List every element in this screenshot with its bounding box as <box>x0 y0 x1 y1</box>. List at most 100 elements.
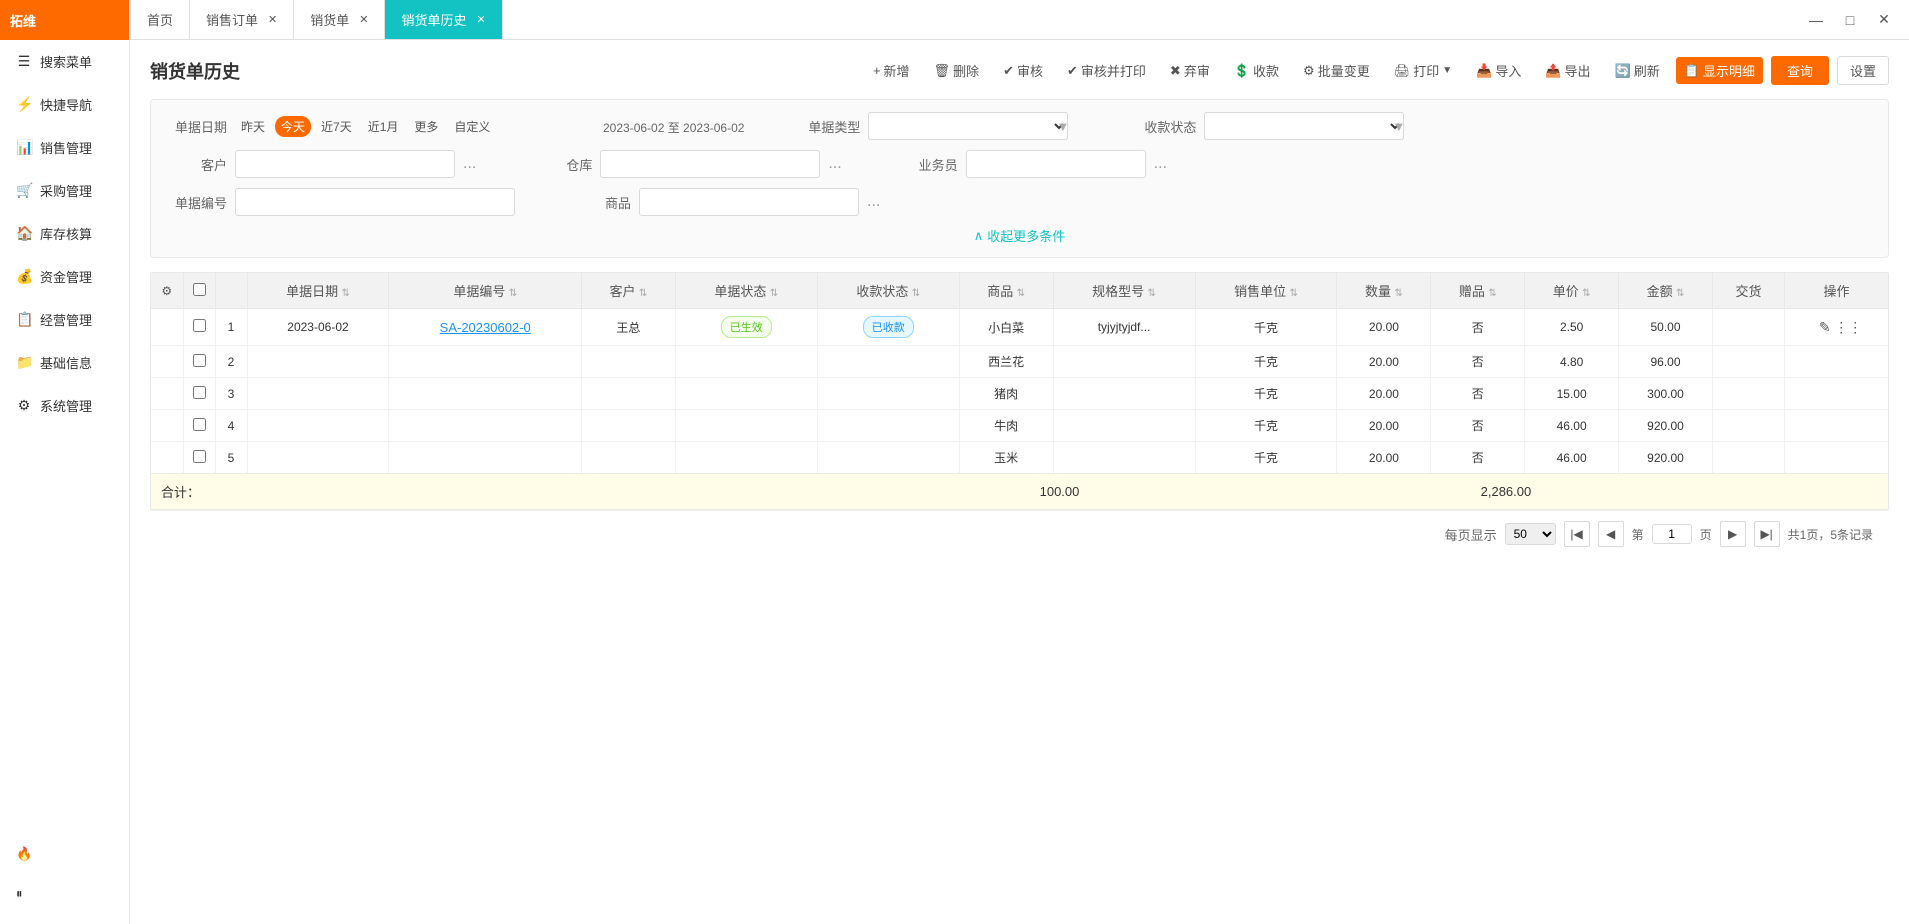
page-first-button[interactable]: |◀ <box>1564 521 1590 547</box>
date-tab-yesterday[interactable]: 昨天 <box>235 116 271 137</box>
close-button[interactable]: ✕ <box>1871 7 1897 33</box>
tab-sales-order[interactable]: 销售订单 ✕ <box>190 0 294 39</box>
row-checkbox-1[interactable] <box>193 354 206 367</box>
row-checkbox-0[interactable] <box>193 319 206 332</box>
query-button[interactable]: 查询 <box>1771 56 1829 85</box>
page-next-button[interactable]: ▶ <box>1720 521 1746 547</box>
row-checkbox-4[interactable] <box>193 450 206 463</box>
th-sales-unit[interactable]: 销售单位 ⇅ <box>1195 273 1337 309</box>
tab-sales-order-close[interactable]: ✕ <box>268 13 277 26</box>
sidebar-item-search-menu[interactable]: ☰ 搜索菜单 <box>0 40 129 83</box>
import-button[interactable]: 📥 导入 <box>1468 57 1529 84</box>
goods-dots[interactable]: ... <box>867 193 880 211</box>
page-prev-button[interactable]: ◀ <box>1598 521 1624 547</box>
batch-change-icon: ⚙ <box>1303 63 1315 79</box>
tab-home[interactable]: 首页 <box>130 0 190 39</box>
td-check[interactable] <box>183 378 215 410</box>
th-doc-status[interactable]: 单据状态 ⇅ <box>675 273 817 309</box>
td-check[interactable] <box>183 442 215 474</box>
sidebar-item-sales-mgmt[interactable]: 📊 销售管理 <box>0 126 129 169</box>
page-number-input[interactable] <box>1652 524 1692 544</box>
td-customer <box>581 442 675 474</box>
sidebar-bottom-icon1[interactable]: 🔥 <box>0 834 129 874</box>
audit-button[interactable]: ✔ 审核 <box>995 57 1051 84</box>
customer-dots[interactable]: ... <box>463 155 476 173</box>
filter-collapse-button[interactable]: ∧ 收起更多条件 <box>167 226 1872 245</box>
th-goods[interactable]: 商品 ⇅ <box>959 273 1053 309</box>
logo-text: 拓维 <box>10 11 36 30</box>
system-mgmt-label: 系统管理 <box>40 396 92 415</box>
date-tab-1month[interactable]: 近1月 <box>362 116 405 137</box>
table-scroll[interactable]: ⚙ 单据日期 ⇅ 单据编号 ⇅ <box>151 273 1888 473</box>
export-button[interactable]: 📤 导出 <box>1537 57 1598 84</box>
sidebar-item-quick-nav[interactable]: ⚡ 快捷导航 <box>0 83 129 126</box>
sidebar-item-system-mgmt[interactable]: ⚙ 系统管理 <box>0 384 129 427</box>
th-unit-price[interactable]: 单价 ⇅ <box>1525 273 1619 309</box>
date-tab-custom[interactable]: 自定义 <box>448 116 496 137</box>
td-check[interactable] <box>183 309 215 346</box>
sidebar-item-finance-mgmt[interactable]: 💰 资金管理 <box>0 255 129 298</box>
collect-status-select[interactable] <box>1204 112 1404 140</box>
td-docno[interactable]: SA-20230602-0 <box>389 309 582 346</box>
salesperson-dots[interactable]: ... <box>1154 155 1167 173</box>
refresh-button[interactable]: 🔄 刷新 <box>1607 57 1668 84</box>
audit-print-button[interactable]: ✔ 审核并打印 <box>1059 57 1154 84</box>
collect-button[interactable]: 💲 收款 <box>1226 57 1287 84</box>
td-check[interactable] <box>183 410 215 442</box>
sidebar-item-basic-info[interactable]: 📁 基础信息 <box>0 341 129 384</box>
settings-button[interactable]: 设置 <box>1837 56 1889 85</box>
sidebar-bottom-icon2[interactable]: ⏸ <box>0 874 129 914</box>
warehouse-dots[interactable]: ... <box>828 155 841 173</box>
td-check[interactable] <box>183 346 215 378</box>
doc-type-select[interactable] <box>868 112 1068 140</box>
tab-sales-goods[interactable]: 销货单 ✕ <box>294 0 385 39</box>
docno-link[interactable]: SA-20230602-0 <box>440 320 531 335</box>
sidebar-item-purchase-mgmt[interactable]: 🛒 采购管理 <box>0 169 129 212</box>
td-gear <box>151 410 183 442</box>
td-goods: 小白菜 <box>959 309 1053 346</box>
goods-input[interactable] <box>639 188 859 216</box>
minimize-button[interactable]: — <box>1803 7 1829 33</box>
maximize-button[interactable]: □ <box>1837 7 1863 33</box>
th-gift[interactable]: 赠品 ⇅ <box>1431 273 1525 309</box>
th-spec-sort: ⇅ <box>1148 288 1156 299</box>
warehouse-input[interactable] <box>600 150 820 178</box>
sidebar-item-inventory[interactable]: 🏠 库存核算 <box>0 212 129 255</box>
date-area: 昨天 今天 近7天 近1月 更多 自定义 <box>235 116 496 137</box>
new-button[interactable]: + 新增 <box>865 57 918 84</box>
th-gear[interactable]: ⚙ <box>151 273 183 309</box>
import-label: 导入 <box>1495 61 1521 80</box>
row-checkbox-2[interactable] <box>193 386 206 399</box>
tab-sales-goods-close[interactable]: ✕ <box>359 13 368 26</box>
batch-change-button[interactable]: ⚙ 批量变更 <box>1295 57 1378 84</box>
date-tab-more[interactable]: 更多 <box>408 116 444 137</box>
row-checkbox-3[interactable] <box>193 418 206 431</box>
abandon-button[interactable]: ✖ 弃审 <box>1162 57 1218 84</box>
th-qty[interactable]: 数量 ⇅ <box>1337 273 1431 309</box>
tab-sales-history[interactable]: 销货单历史 ✕ <box>385 0 502 39</box>
th-amount[interactable]: 金额 ⇅ <box>1619 273 1713 309</box>
more-action-button[interactable]: ⋮⋮ <box>1838 317 1858 337</box>
doc-no-input[interactable] <box>235 188 515 216</box>
delete-button[interactable]: 🗑 删除 <box>926 57 988 84</box>
print-button[interactable]: 🖨 打印 ▼ <box>1386 57 1460 84</box>
date-tab-today[interactable]: 今天 <box>275 116 311 137</box>
th-check[interactable] <box>183 273 215 309</box>
edit-action-button[interactable]: ✎ <box>1815 317 1835 337</box>
th-customer[interactable]: 客户 ⇅ <box>581 273 675 309</box>
td-unit-price: 46.00 <box>1525 442 1619 474</box>
td-actions <box>1785 378 1888 410</box>
salesperson-input[interactable] <box>966 150 1146 178</box>
sidebar-item-business-mgmt[interactable]: 📋 经营管理 <box>0 298 129 341</box>
th-date[interactable]: 单据日期 ⇅ <box>247 273 389 309</box>
select-all-checkbox[interactable] <box>193 283 206 296</box>
page-size-select[interactable]: 50 10 20 100 <box>1505 523 1556 545</box>
th-collect-status[interactable]: 收款状态 ⇅ <box>817 273 959 309</box>
customer-input[interactable] <box>235 150 455 178</box>
show-detail-button[interactable]: 📋 显示明细 <box>1676 57 1763 84</box>
th-docno[interactable]: 单据编号 ⇅ <box>389 273 582 309</box>
th-spec[interactable]: 规格型号 ⇅ <box>1053 273 1195 309</box>
date-tab-7days[interactable]: 近7天 <box>315 116 358 137</box>
tab-sales-history-close[interactable]: ✕ <box>477 13 486 26</box>
page-last-button[interactable]: ▶| <box>1754 521 1780 547</box>
